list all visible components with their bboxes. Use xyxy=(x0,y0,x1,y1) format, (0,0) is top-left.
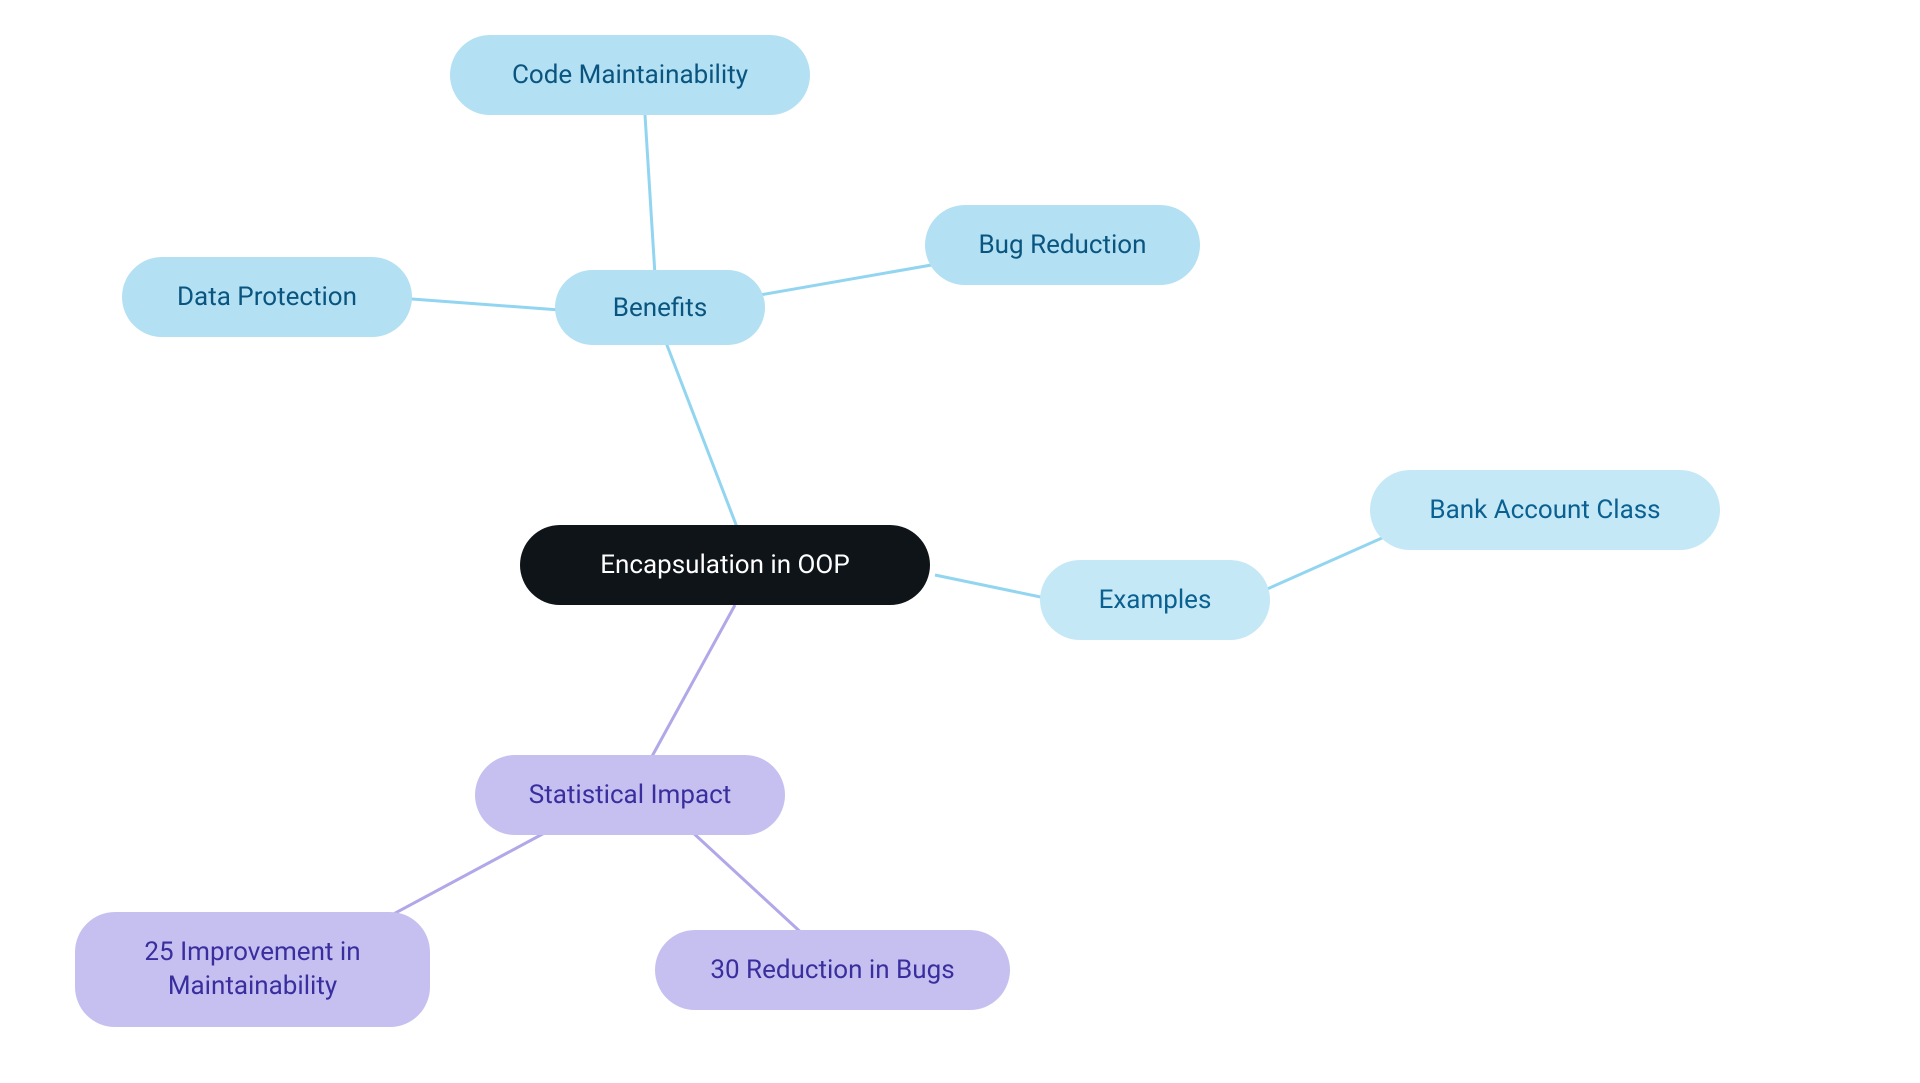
node-statistical-impact: Statistical Impact xyxy=(475,755,785,835)
node-benefits: Benefits xyxy=(555,270,765,345)
node-encapsulation-center: Encapsulation in OOP xyxy=(520,525,930,605)
node-label: Encapsulation in OOP xyxy=(600,550,849,580)
node-label: 30 Reduction in Bugs xyxy=(710,955,954,985)
node-label: Bug Reduction xyxy=(978,230,1146,260)
node-label: Bank Account Class xyxy=(1429,495,1660,525)
node-label: 25 Improvement in Maintainability xyxy=(105,936,400,1004)
node-improvement-25: 25 Improvement in Maintainability xyxy=(75,912,430,1027)
node-examples: Examples xyxy=(1040,560,1270,640)
node-label: Data Protection xyxy=(177,282,357,312)
node-bug-reduction: Bug Reduction xyxy=(925,205,1200,285)
node-label: Examples xyxy=(1099,585,1212,615)
node-label: Statistical Impact xyxy=(529,780,731,810)
node-code-maintainability: Code Maintainability xyxy=(450,35,810,115)
node-bank-account: Bank Account Class xyxy=(1370,470,1720,550)
node-reduction-30: 30 Reduction in Bugs xyxy=(655,930,1010,1010)
node-data-protection: Data Protection xyxy=(122,257,412,337)
node-label: Benefits xyxy=(613,293,707,323)
node-label: Code Maintainability xyxy=(512,60,748,90)
